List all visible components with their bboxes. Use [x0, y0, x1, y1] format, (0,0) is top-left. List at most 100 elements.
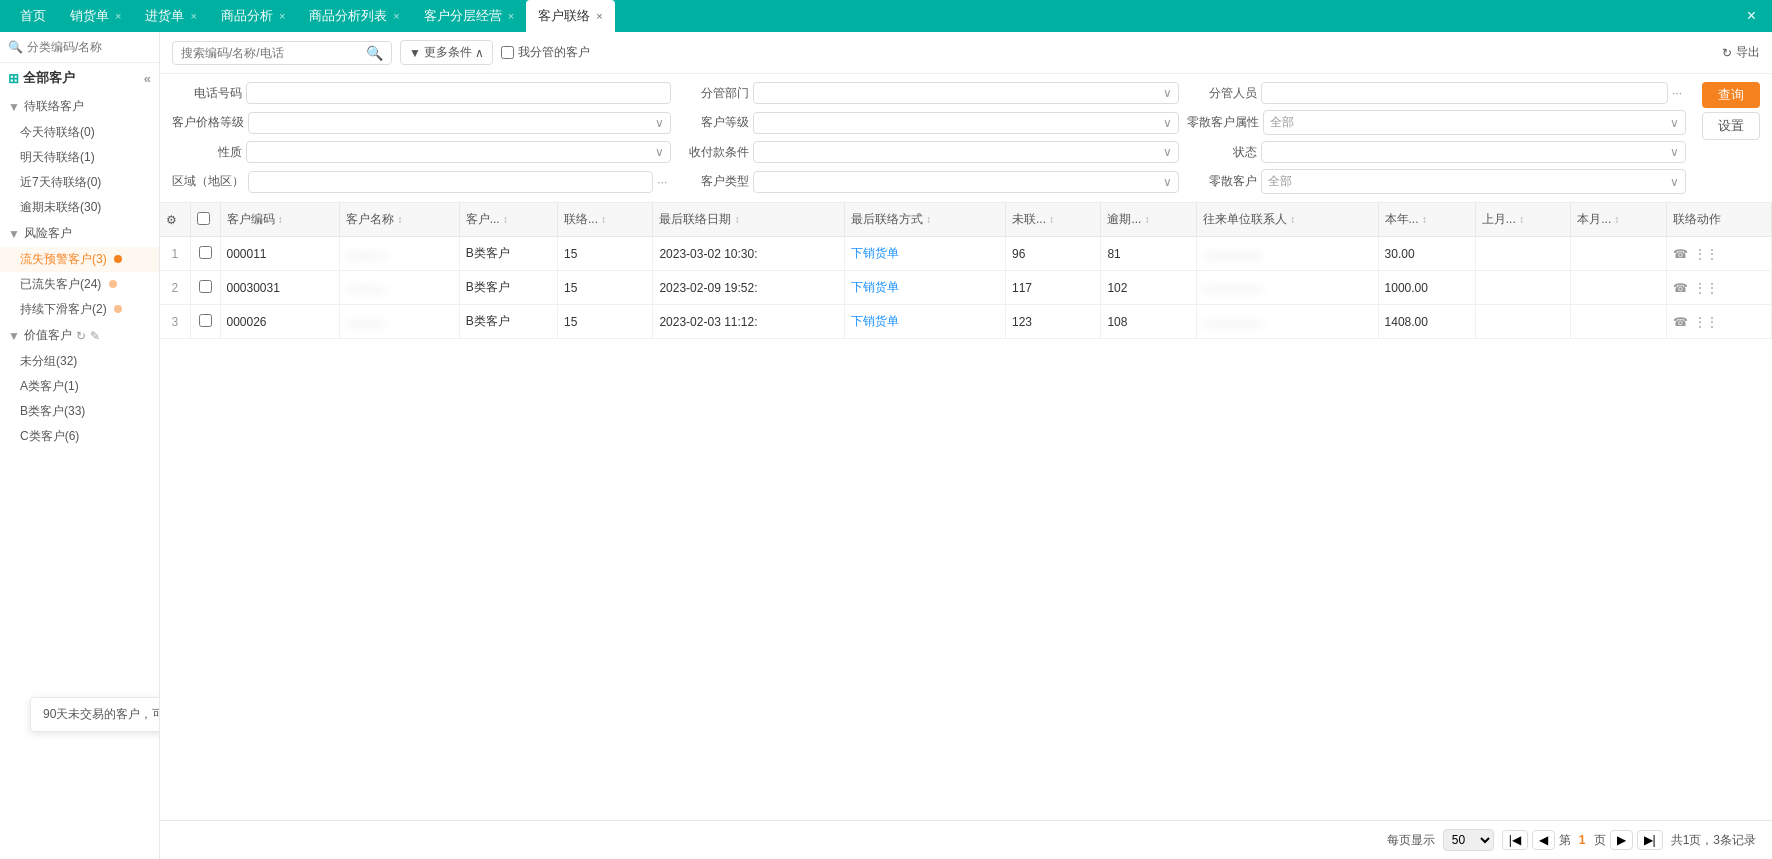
region-input[interactable]	[248, 171, 653, 193]
risk-section-header[interactable]: ▼ 风险客户	[0, 220, 159, 247]
contact-icon[interactable]: ☎	[1673, 315, 1688, 329]
col-checkbox	[190, 203, 220, 237]
row-actions: ☎ ⋮⋮	[1666, 271, 1771, 305]
sidebar-item-overdue-contact[interactable]: 逾期未联络(30)	[0, 195, 159, 220]
sidebar-item-tomorrow[interactable]: 明天待联络(1)	[0, 145, 159, 170]
phone-input[interactable]	[246, 82, 671, 104]
sidebar-item-class-b[interactable]: B类客户(33)	[0, 399, 159, 424]
col-type[interactable]: 客户...	[459, 203, 557, 237]
col-no-contact[interactable]: 未联...	[1005, 203, 1100, 237]
row-code: 00030031	[220, 271, 340, 305]
retail-attr-select[interactable]: 全部 ∨	[1263, 110, 1686, 135]
col-last-method[interactable]: 最后联络方式	[845, 203, 1006, 237]
next-page-btn[interactable]: ▶	[1610, 830, 1633, 850]
close-icon[interactable]: ×	[190, 10, 196, 22]
customer-level-select[interactable]: ∨	[753, 112, 1178, 134]
status-select[interactable]: ∨	[1261, 141, 1686, 163]
row-last-method[interactable]: 下销货单	[845, 271, 1006, 305]
export-btn[interactable]: ↻ 导出	[1722, 44, 1760, 61]
contact-icon[interactable]: ☎	[1673, 281, 1688, 295]
close-icon[interactable]: ×	[393, 10, 399, 22]
select-all-checkbox[interactable]	[197, 212, 210, 225]
data-table: ⚙ 客户编码 客户名称 客户...	[160, 203, 1772, 339]
col-settings[interactable]: ⚙	[160, 203, 190, 237]
close-icon[interactable]: ×	[596, 10, 602, 22]
chevron-down-icon: ∨	[655, 116, 664, 130]
global-close-icon[interactable]: ×	[1739, 7, 1764, 25]
col-name[interactable]: 客户名称	[340, 203, 460, 237]
all-customers-header[interactable]: ⊞ 全部客户 «	[0, 63, 159, 93]
nature-select[interactable]: ∨	[246, 141, 671, 163]
collapse-icon[interactable]: «	[144, 71, 151, 86]
tab-sales[interactable]: 销货单 ×	[58, 0, 133, 32]
close-icon[interactable]: ×	[508, 10, 514, 22]
search-btn[interactable]: 🔍	[366, 45, 383, 61]
col-contact[interactable]: 联络...	[557, 203, 652, 237]
table-row: 1 000011 B类客户 15 2023-03-02 10:30: 下销货单 …	[160, 237, 1772, 271]
price-tier-select[interactable]: ∨	[248, 112, 671, 134]
my-customer-checkbox[interactable]	[501, 46, 514, 59]
dots-icon[interactable]: ···	[1668, 86, 1686, 100]
row-select-checkbox[interactable]	[199, 246, 212, 259]
sidebar-section-pending: ▼ 待联络客户 今天待联络(0) 明天待联络(1) 近7天待联络(0) 逾期未联…	[0, 93, 159, 220]
page-size-select[interactable]: 50 100 200	[1443, 829, 1494, 851]
more-icon[interactable]: ⋮⋮	[1694, 315, 1718, 329]
contact-icon[interactable]: ☎	[1673, 247, 1688, 261]
sidebar-item-class-c[interactable]: C类客户(6)	[0, 424, 159, 449]
sidebar-item-declining[interactable]: 持续下滑客户(2)	[0, 297, 159, 322]
query-button[interactable]: 查询	[1702, 82, 1760, 108]
close-icon[interactable]: ×	[279, 10, 285, 22]
pending-section-header[interactable]: ▼ 待联络客户	[0, 93, 159, 120]
row-contact-person	[1196, 237, 1378, 271]
value-section-header[interactable]: ▼ 价值客户 ↻ ✎	[0, 322, 159, 349]
settings-button[interactable]: 设置	[1702, 112, 1760, 140]
col-last-month[interactable]: 上月...	[1475, 203, 1570, 237]
row-select-checkbox[interactable]	[199, 314, 212, 327]
more-icon[interactable]: ⋮⋮	[1694, 281, 1718, 295]
sidebar-item-class-a[interactable]: A类客户(1)	[0, 374, 159, 399]
row-last-date: 2023-02-09 19:52:	[653, 271, 845, 305]
col-code[interactable]: 客户编码	[220, 203, 340, 237]
last-page-btn[interactable]: ▶|	[1637, 830, 1663, 850]
tab-analysis-list[interactable]: 商品分析列表 ×	[297, 0, 411, 32]
row-contact-count: 15	[557, 237, 652, 271]
filter-customer-type: 客户类型 ∨	[679, 171, 1178, 193]
grid-icon: ⊞	[8, 71, 19, 86]
col-this-month[interactable]: 本月...	[1571, 203, 1666, 237]
sidebar-search-input[interactable]	[27, 40, 151, 54]
tab-customer-contact[interactable]: 客户联络 ×	[526, 0, 614, 32]
search-input[interactable]	[181, 46, 366, 60]
row-contact-count: 15	[557, 305, 652, 339]
sidebar-item-ungrouped[interactable]: 未分组(32)	[0, 349, 159, 374]
col-last-date[interactable]: 最后联络日期	[653, 203, 845, 237]
person-input[interactable]	[1261, 82, 1668, 104]
edit-icon[interactable]: ✎	[90, 329, 100, 343]
col-this-year[interactable]: 本年...	[1378, 203, 1475, 237]
tab-analysis[interactable]: 商品分析 ×	[209, 0, 297, 32]
refresh-icon[interactable]: ↻	[76, 329, 86, 343]
col-overdue[interactable]: 逾期...	[1101, 203, 1196, 237]
tab-home[interactable]: 首页	[8, 0, 58, 32]
prev-page-btn[interactable]: ◀	[1532, 830, 1555, 850]
more-icon[interactable]: ⋮⋮	[1694, 247, 1718, 261]
filter-row-3: 性质 ∨ 收付款条件 ∨	[172, 141, 1686, 163]
close-icon[interactable]: ×	[115, 10, 121, 22]
sidebar-item-7days[interactable]: 近7天待联络(0)	[0, 170, 159, 195]
filter-row-4: 区域（地区） ··· 客户类型 ∨ 零散客户	[172, 169, 1686, 194]
sidebar-item-churn-warning[interactable]: 流失预警客户(3)	[0, 247, 159, 272]
dots-icon[interactable]: ···	[653, 175, 671, 189]
payment-select[interactable]: ∨	[753, 141, 1178, 163]
tab-purchase[interactable]: 进货单 ×	[133, 0, 208, 32]
col-contact-person[interactable]: 往来单位联系人	[1196, 203, 1378, 237]
row-last-method[interactable]: 下销货单	[845, 305, 1006, 339]
retail-customer-select[interactable]: 全部 ∨	[1261, 169, 1686, 194]
sidebar-item-churned[interactable]: 已流失客户(24)	[0, 272, 159, 297]
tab-customer-tier[interactable]: 客户分层经营 ×	[412, 0, 526, 32]
more-filter-btn[interactable]: ▼ 更多条件 ∧	[400, 40, 493, 65]
row-select-checkbox[interactable]	[199, 280, 212, 293]
dept-select[interactable]: ∨	[753, 82, 1178, 104]
row-last-method[interactable]: 下销货单	[845, 237, 1006, 271]
sidebar-item-today[interactable]: 今天待联络(0)	[0, 120, 159, 145]
customer-type-select[interactable]: ∨	[753, 171, 1178, 193]
first-page-btn[interactable]: |◀	[1502, 830, 1528, 850]
